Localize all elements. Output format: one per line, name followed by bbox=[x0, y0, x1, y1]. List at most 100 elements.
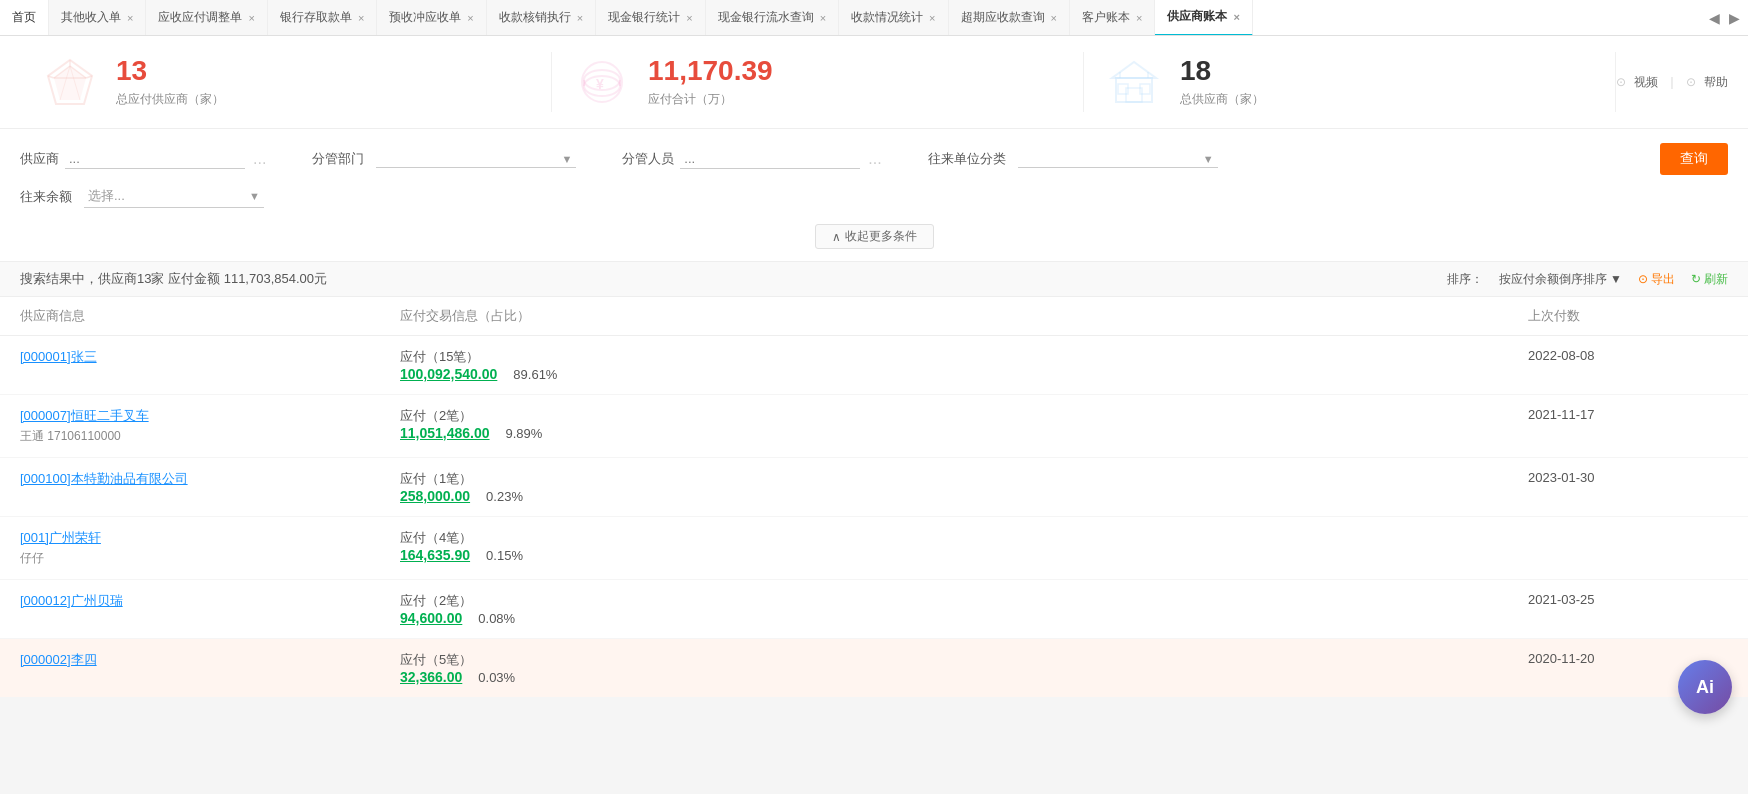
nav-left-arrow[interactable]: ◀ bbox=[1704, 0, 1724, 36]
export-button[interactable]: ⊙ 导出 bbox=[1638, 271, 1675, 288]
refresh-button[interactable]: ↻ 刷新 bbox=[1691, 271, 1728, 288]
table-row: [000007]恒旺二手叉车 王通 17106110000 应付（2笔） 11,… bbox=[0, 395, 1748, 458]
card3-value: 18 bbox=[1180, 56, 1264, 87]
summary-bar: 13 总应付供应商（家） ¥ 11,170.39 应付合计（万） bbox=[0, 36, 1748, 129]
svg-marker-17 bbox=[1112, 62, 1156, 78]
transaction-info-1: 应付（15笔） 100,092,540.00 89.61% bbox=[400, 348, 1528, 382]
category-filter-label: 往来单位分类 bbox=[928, 150, 1006, 168]
tab-other-income-close[interactable]: × bbox=[127, 12, 133, 24]
transaction-info-5: 应付（2笔） 94,600.00 0.08% bbox=[400, 592, 1528, 626]
collapse-button[interactable]: ∧ 收起更多条件 bbox=[815, 224, 934, 249]
supplier-dots-icon[interactable]: ... bbox=[253, 150, 266, 168]
transaction-amount-1[interactable]: 100,092,540.00 bbox=[400, 366, 497, 382]
supplier-filter-input[interactable] bbox=[65, 149, 245, 169]
sort-select[interactable]: 按应付余额倒序排序 ▼ bbox=[1499, 271, 1622, 288]
person-filter-input[interactable] bbox=[680, 149, 860, 169]
tab-supplier-account-label: 供应商账本 bbox=[1167, 8, 1227, 25]
tab-overdue-query[interactable]: 超期应收款查询 × bbox=[949, 0, 1070, 36]
transaction-info-2: 应付（2笔） 11,051,486.00 9.89% bbox=[400, 407, 1528, 441]
transaction-info-6: 应付（5笔） 32,366.00 0.03% bbox=[400, 651, 1528, 685]
tab-customer-account-label: 客户账本 bbox=[1082, 9, 1130, 26]
data-table: 供应商信息 应付交易信息（占比） 上次付数 [000001]张三 应付（15笔）… bbox=[0, 297, 1748, 698]
person-filter-label: 分管人员 bbox=[622, 150, 674, 168]
tab-cash-bank-flow[interactable]: 现金银行流水查询 × bbox=[706, 0, 839, 36]
tab-overdue-query-label: 超期应收款查询 bbox=[961, 9, 1045, 26]
collapse-chevron-icon: ∧ bbox=[832, 230, 841, 244]
tab-advance-payment[interactable]: 预收冲应收单 × bbox=[377, 0, 486, 36]
circle-icon2: ⊙ bbox=[1686, 75, 1696, 89]
refresh-label: 刷新 bbox=[1704, 271, 1728, 288]
person-dots-icon[interactable]: ... bbox=[868, 150, 881, 168]
last-pay-date-1: 2022-08-08 bbox=[1528, 348, 1595, 363]
tab-ap-adjustment[interactable]: 应收应付调整单 × bbox=[146, 0, 267, 36]
refresh-icon: ↻ bbox=[1691, 272, 1701, 286]
tab-advance-payment-close[interactable]: × bbox=[467, 12, 473, 24]
nav-right-arrow[interactable]: ▶ bbox=[1724, 0, 1744, 36]
supplier-info-5: [000012]广州贝瑞 bbox=[20, 592, 400, 610]
tab-other-income[interactable]: 其他收入单 × bbox=[49, 0, 146, 36]
balance-select-text: 选择... bbox=[88, 187, 249, 205]
supplier-link-6[interactable]: [000002]李四 bbox=[20, 652, 97, 667]
dept-filter-select[interactable]: ▼ bbox=[376, 151, 576, 168]
tab-overdue-query-close[interactable]: × bbox=[1051, 12, 1057, 24]
query-button[interactable]: 查询 bbox=[1660, 143, 1728, 175]
circle-icon: ⊙ bbox=[1616, 75, 1626, 89]
supplier-link-5[interactable]: [000012]广州贝瑞 bbox=[20, 593, 123, 608]
sort-value: 按应付余额倒序排序 bbox=[1499, 271, 1607, 288]
filter-person: 分管人员 ... bbox=[622, 149, 881, 169]
transaction-amounts-4: 164,635.90 0.15% bbox=[400, 547, 1528, 563]
supplier-info-1: [000001]张三 bbox=[20, 348, 400, 366]
diamond-icon bbox=[40, 52, 100, 112]
transaction-amount-5[interactable]: 94,600.00 bbox=[400, 610, 462, 626]
balance-filter-select[interactable]: 选择... ▼ bbox=[84, 185, 264, 208]
last-pay-date-2: 2021-11-17 bbox=[1528, 407, 1595, 422]
tab-advance-payment-label: 预收冲应收单 bbox=[389, 9, 461, 26]
supplier-link-2[interactable]: [000007]恒旺二手叉车 bbox=[20, 408, 149, 423]
collapse-label: 收起更多条件 bbox=[845, 228, 917, 245]
tab-cash-bank-flow-close[interactable]: × bbox=[820, 12, 826, 24]
supplier-info-6: [000002]李四 bbox=[20, 651, 400, 669]
summary-card-suppliers: 13 总应付供应商（家） bbox=[20, 52, 552, 112]
tab-bank-deposit[interactable]: 银行存取款单 × bbox=[268, 0, 377, 36]
tab-receipt-verify[interactable]: 收款核销执行 × bbox=[487, 0, 596, 36]
transaction-amounts-6: 32,366.00 0.03% bbox=[400, 669, 1528, 685]
card2-value: 11,170.39 bbox=[648, 56, 773, 87]
tab-receipt-stat[interactable]: 收款情况统计 × bbox=[839, 0, 948, 36]
supplier-link-3[interactable]: [000100]本特勤油品有限公司 bbox=[20, 471, 188, 486]
transaction-label-1: 应付（15笔） bbox=[400, 348, 1528, 366]
balance-dropdown-icon: ▼ bbox=[249, 190, 260, 202]
svg-text:¥: ¥ bbox=[596, 76, 604, 92]
supplier-info-3: [000100]本特勤油品有限公司 bbox=[20, 470, 400, 488]
tab-supplier-account[interactable]: 供应商账本 × bbox=[1155, 0, 1252, 36]
tab-ap-adjustment-close[interactable]: × bbox=[248, 12, 254, 24]
transaction-amount-3[interactable]: 258,000.00 bbox=[400, 488, 470, 504]
category-dropdown-icon: ▼ bbox=[1203, 153, 1214, 165]
supplier-link-4[interactable]: [001]广州荣轩 bbox=[20, 530, 101, 545]
help-link[interactable]: 帮助 bbox=[1704, 74, 1728, 91]
nav-arrows: ◀ ▶ bbox=[1700, 0, 1748, 36]
results-bar: 搜索结果中，供应商13家 应付金额 111,703,854.00元 排序： 按应… bbox=[0, 262, 1748, 297]
tab-ap-adjustment-label: 应收应付调整单 bbox=[158, 9, 242, 26]
tab-cash-bank-stat[interactable]: 现金银行统计 × bbox=[596, 0, 705, 36]
tab-supplier-account-close[interactable]: × bbox=[1233, 11, 1239, 23]
video-link[interactable]: 视频 bbox=[1634, 74, 1658, 91]
table-row: [000001]张三 应付（15笔） 100,092,540.00 89.61%… bbox=[0, 336, 1748, 395]
transaction-amount-6[interactable]: 32,366.00 bbox=[400, 669, 462, 685]
last-pay-date-3: 2023-01-30 bbox=[1528, 470, 1595, 485]
tab-receipt-verify-close[interactable]: × bbox=[577, 12, 583, 24]
tab-cash-bank-stat-close[interactable]: × bbox=[686, 12, 692, 24]
card1-value: 13 bbox=[116, 56, 224, 87]
category-filter-select[interactable]: ▼ bbox=[1018, 151, 1218, 168]
filter-category: 往来单位分类 ▼ bbox=[928, 150, 1218, 168]
tab-receipt-stat-close[interactable]: × bbox=[929, 12, 935, 24]
transaction-amount-4[interactable]: 164,635.90 bbox=[400, 547, 470, 563]
col-header-last-pay: 上次付数 bbox=[1528, 307, 1728, 325]
tab-home[interactable]: 首页 bbox=[0, 0, 49, 36]
transaction-amount-2[interactable]: 11,051,486.00 bbox=[400, 425, 490, 441]
supplier-link-1[interactable]: [000001]张三 bbox=[20, 349, 97, 364]
transaction-info-3: 应付（1笔） 258,000.00 0.23% bbox=[400, 470, 1528, 504]
tab-customer-account-close[interactable]: × bbox=[1136, 12, 1142, 24]
filter-balance: 往来余额 选择... ▼ bbox=[20, 185, 264, 208]
tab-customer-account[interactable]: 客户账本 × bbox=[1070, 0, 1155, 36]
tab-bank-deposit-close[interactable]: × bbox=[358, 12, 364, 24]
